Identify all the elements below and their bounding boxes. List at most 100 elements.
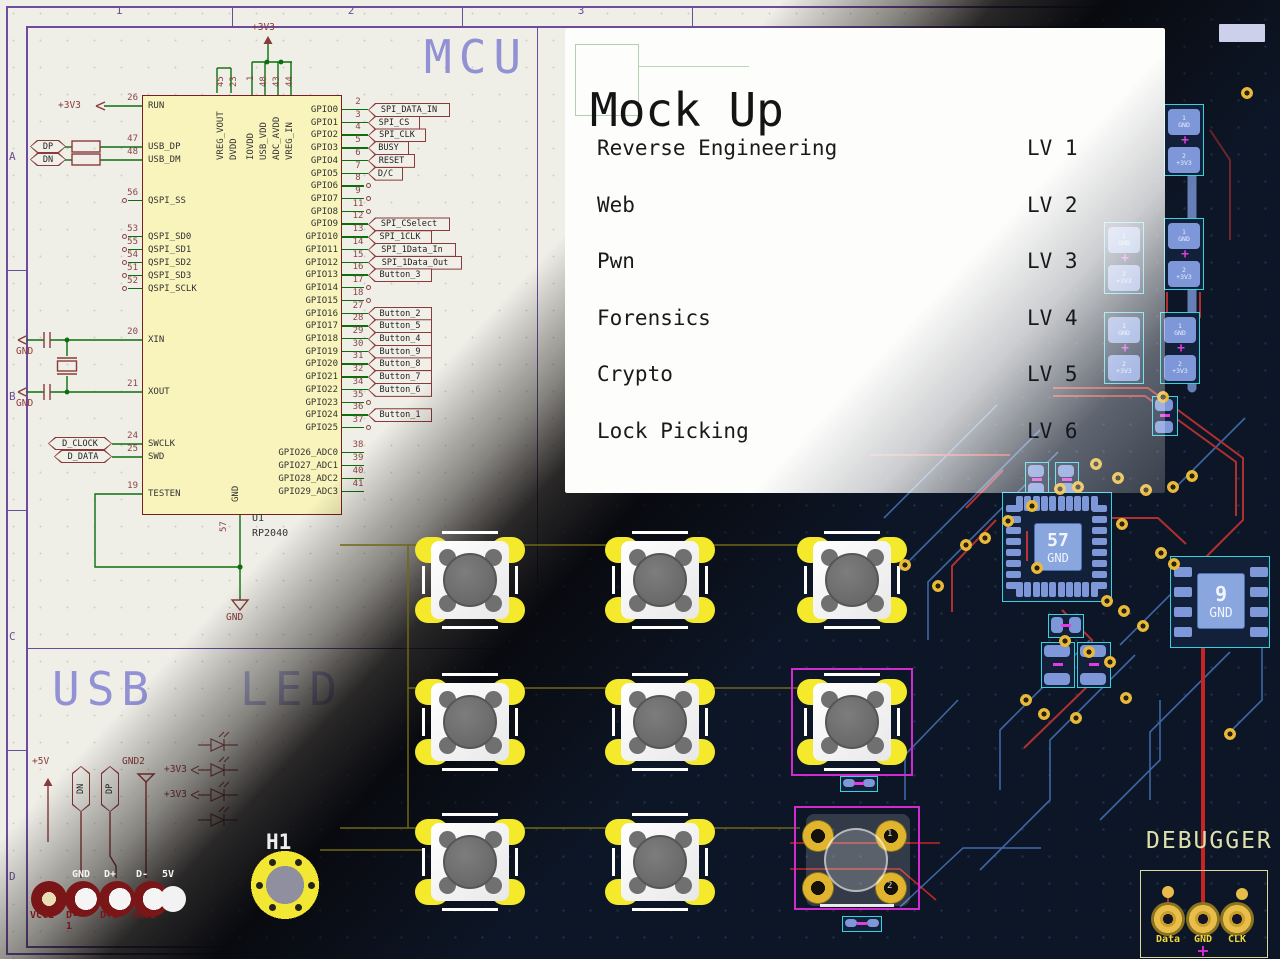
qfn-pin (1092, 549, 1107, 556)
debugger-pad[interactable] (1220, 902, 1254, 936)
qfn-pin (1092, 538, 1107, 545)
pad-net: GND (1178, 235, 1190, 243)
silk-line (632, 768, 688, 771)
passive-component[interactable] (840, 776, 878, 792)
button-plunger (633, 553, 687, 607)
sheet-ghost-line (639, 66, 749, 67)
silk-line (824, 673, 880, 676)
via (1167, 481, 1179, 493)
passive-component[interactable] (1041, 642, 1075, 688)
polarity-mark (1053, 663, 1063, 666)
via (1116, 518, 1128, 530)
capacitor-footprint[interactable]: 1GND+2+3V3 (1160, 312, 1200, 384)
via (1083, 646, 1095, 658)
button-plunger (443, 835, 497, 889)
debugger-pad-label: Data (1155, 934, 1181, 945)
qfn-pin (1049, 496, 1057, 511)
silk-line (442, 768, 498, 771)
mounting-hole-h1[interactable] (250, 850, 320, 920)
polarity-mark (854, 782, 864, 785)
ui-corner-fragment (1219, 24, 1265, 42)
silk-line (824, 626, 880, 629)
via (932, 580, 944, 592)
cap-pad-1: 1GND (1168, 223, 1200, 249)
soic-gnd: GND (1209, 605, 1233, 621)
silk-line (705, 708, 708, 736)
qfn-pin (1092, 560, 1107, 567)
silk-line (612, 708, 615, 736)
h1-label: H1 (266, 830, 292, 854)
polarity-mark (1089, 663, 1099, 666)
drill-dot (268, 904, 276, 912)
silk-line (515, 708, 518, 736)
via (1168, 558, 1180, 570)
usb-pad-ring[interactable] (65, 881, 101, 917)
silk-line (804, 566, 807, 594)
silk-line (705, 848, 708, 876)
button-footprint-ghost[interactable]: 12 (794, 806, 920, 910)
qfn-pin (1092, 516, 1107, 523)
via (1186, 470, 1198, 482)
via (1038, 708, 1050, 720)
challenge-name: Forensics (597, 305, 711, 330)
via (1002, 515, 1014, 527)
challenge-row[interactable]: Crypto LV 5 (597, 362, 1137, 392)
qfn-pin (1074, 582, 1082, 597)
challenge-level: LV 1 (1027, 136, 1078, 160)
qfn-pin (1006, 571, 1021, 578)
button-footprint[interactable] (791, 662, 913, 782)
button-plunger (825, 695, 879, 749)
silk-line (442, 673, 498, 676)
challenge-level: LV 6 (1027, 419, 1078, 443)
usb-pad-5v[interactable] (160, 886, 186, 912)
silk-line (515, 848, 518, 876)
soic-num: 9 (1214, 581, 1228, 606)
qfn-pin (1016, 582, 1023, 597)
qfn-pin (1057, 496, 1065, 511)
debugger-via (1236, 888, 1248, 900)
usb-pad-top-label: 5V (162, 869, 175, 880)
via (1118, 605, 1130, 617)
debugger-pad[interactable] (1186, 902, 1220, 936)
button-footprint[interactable] (792, 520, 912, 640)
button-footprint[interactable] (410, 802, 530, 922)
ghost-silk (820, 904, 894, 907)
qfn-gnd: GND (1047, 550, 1069, 565)
challenge-row[interactable]: Pwn LV 3 (597, 249, 1137, 279)
challenge-level: LV 3 (1027, 249, 1078, 274)
silk-line (515, 566, 518, 594)
capacitor-footprint[interactable]: 1GND+2+3V3 (1164, 218, 1204, 290)
usb-pad-vcc1[interactable] (31, 881, 67, 917)
mockup-panel: Mock Up Reverse Engineering LV 1 Web LV 2 Pw… (565, 28, 1165, 493)
button-footprint[interactable] (410, 662, 530, 782)
button-footprint[interactable] (600, 802, 720, 922)
pad (867, 919, 879, 927)
soic-chip[interactable]: 9 GND (1170, 556, 1270, 648)
qfn-pin (1090, 582, 1098, 597)
capacitor-footprint[interactable]: 1GND+2+3V3 (1164, 104, 1204, 176)
pad-net: +3V3 (1172, 367, 1188, 375)
qfn-pin (1040, 496, 1048, 511)
challenge-level: LV 2 (1027, 192, 1078, 217)
button-footprint[interactable] (600, 520, 720, 640)
qfn-chip[interactable]: 57 GND (1002, 492, 1112, 602)
challenge-row[interactable]: Lock Picking LV 6 (597, 419, 1137, 449)
pad (1044, 673, 1070, 685)
silk-line (824, 768, 880, 771)
silk-line (897, 566, 900, 594)
debugger-via (1162, 886, 1174, 898)
silk-line (705, 566, 708, 594)
challenge-row[interactable]: Reverse Engineering LV 1 (597, 136, 1137, 166)
challenge-level: LV 4 (1027, 305, 1078, 330)
usb-pad-ring[interactable] (99, 881, 135, 917)
challenge-row[interactable]: Forensics LV 4 (597, 306, 1137, 336)
debugger-pad-label: CLK (1227, 934, 1247, 945)
debugger-pad[interactable] (1151, 902, 1185, 936)
button-footprint[interactable] (600, 662, 720, 782)
qfn-pin (1092, 527, 1107, 534)
button-footprint[interactable] (410, 520, 530, 640)
qfn-silk-mark (1026, 531, 1028, 561)
passive-component[interactable] (842, 916, 882, 932)
challenge-row[interactable]: Web LV 2 (597, 193, 1137, 223)
soic-pin (1174, 587, 1192, 597)
